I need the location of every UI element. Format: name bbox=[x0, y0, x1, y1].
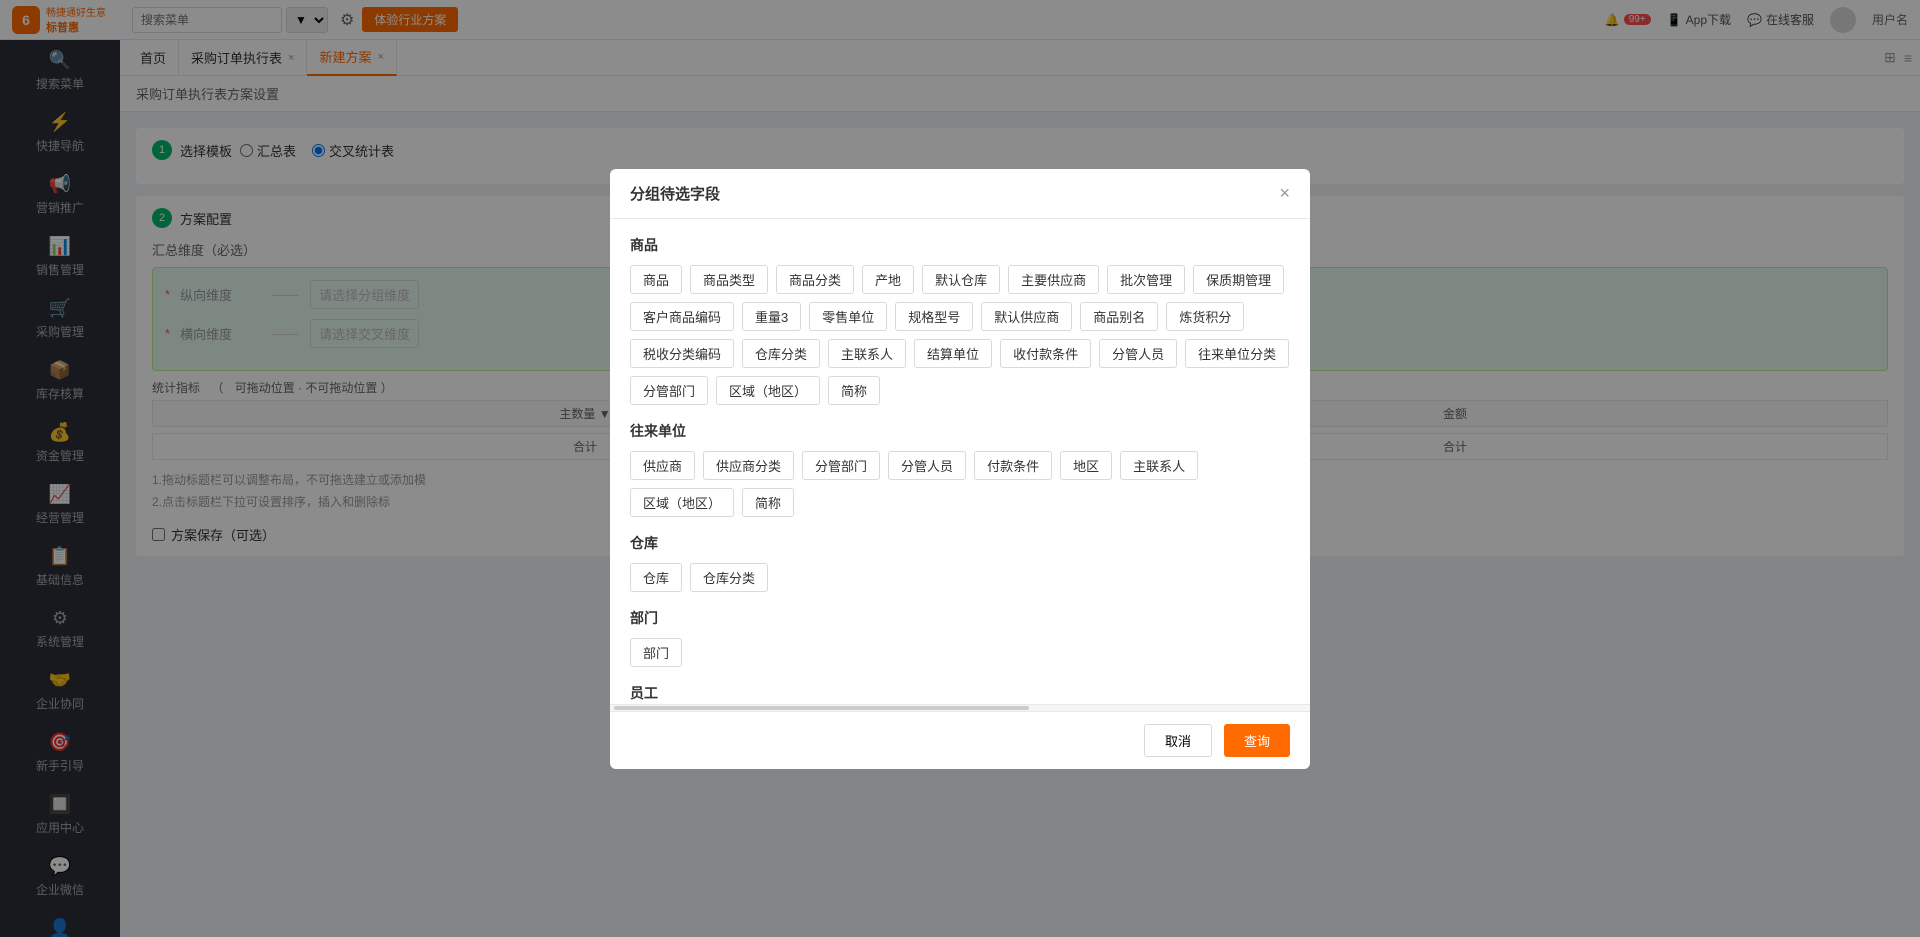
field-group-department-title: 部门 bbox=[630, 608, 1290, 628]
modal-header: 分组待选字段 × bbox=[610, 169, 1310, 219]
field-tag-batch-mgmt[interactable]: 批次管理 bbox=[1107, 265, 1185, 294]
modal-hscroll-thumb bbox=[614, 706, 1029, 710]
field-tag-supplier[interactable]: 供应商 bbox=[630, 451, 695, 480]
field-tag-spec-model[interactable]: 规格型号 bbox=[895, 302, 973, 331]
field-group-product-title: 商品 bbox=[630, 235, 1290, 255]
field-tag-area[interactable]: 地区 bbox=[1060, 451, 1112, 480]
field-tag-warehouse-cat[interactable]: 仓库分类 bbox=[690, 563, 768, 592]
field-group-employee-title: 员工 bbox=[630, 683, 1290, 703]
field-group-warehouse: 仓库 仓库 仓库分类 bbox=[630, 533, 1290, 592]
field-tag-partner-dept[interactable]: 分管部门 bbox=[802, 451, 880, 480]
field-tag-product[interactable]: 商品 bbox=[630, 265, 682, 294]
field-tag-abbr-product[interactable]: 简称 bbox=[828, 376, 880, 405]
modal-close-button[interactable]: × bbox=[1279, 183, 1290, 204]
field-tag-retail-unit[interactable]: 零售单位 bbox=[809, 302, 887, 331]
field-tag-department[interactable]: 部门 bbox=[630, 638, 682, 667]
warehouse-field-tags: 仓库 仓库分类 bbox=[630, 563, 1290, 592]
modal-title: 分组待选字段 bbox=[630, 183, 720, 204]
field-tag-partner-category[interactable]: 往来单位分类 bbox=[1185, 339, 1289, 368]
field-tag-default-warehouse[interactable]: 默认仓库 bbox=[922, 265, 1000, 294]
field-group-product: 商品 商品 商品类型 商品分类 产地 默认仓库 主要供应商 批次管理 保质期管理… bbox=[630, 235, 1290, 405]
cancel-button[interactable]: 取消 bbox=[1144, 724, 1212, 757]
field-tag-settlement-unit[interactable]: 结算单位 bbox=[914, 339, 992, 368]
field-tag-tax-code[interactable]: 税收分类编码 bbox=[630, 339, 734, 368]
field-tag-product-alias[interactable]: 商品别名 bbox=[1080, 302, 1158, 331]
modal-dialog: 分组待选字段 × 商品 商品 商品类型 商品分类 产地 默认仓库 主要供应商 批… bbox=[610, 169, 1310, 769]
field-tag-product-category[interactable]: 商品分类 bbox=[776, 265, 854, 294]
field-tag-product-type[interactable]: 商品类型 bbox=[690, 265, 768, 294]
field-tag-region-product[interactable]: 区域（地区） bbox=[716, 376, 820, 405]
field-tag-origin[interactable]: 产地 bbox=[862, 265, 914, 294]
field-group-employee: 员工 业务员 bbox=[630, 683, 1290, 705]
field-tag-default-supplier[interactable]: 默认供应商 bbox=[981, 302, 1072, 331]
field-tag-dept[interactable]: 分管部门 bbox=[630, 376, 708, 405]
field-tag-partner-contact[interactable]: 主联系人 bbox=[1120, 451, 1198, 480]
field-tag-partner-manager[interactable]: 分管人员 bbox=[888, 451, 966, 480]
field-tag-warehouse-category[interactable]: 仓库分类 bbox=[742, 339, 820, 368]
modal-body[interactable]: 商品 商品 商品类型 商品分类 产地 默认仓库 主要供应商 批次管理 保质期管理… bbox=[610, 219, 1310, 705]
product-field-tags: 商品 商品类型 商品分类 产地 默认仓库 主要供应商 批次管理 保质期管理 客户… bbox=[630, 265, 1290, 405]
department-field-tags: 部门 bbox=[630, 638, 1290, 667]
field-tag-expiry-mgmt[interactable]: 保质期管理 bbox=[1193, 265, 1284, 294]
field-group-partner: 往来单位 供应商 供应商分类 分管部门 分管人员 付款条件 地区 主联系人 区域… bbox=[630, 421, 1290, 517]
modal-overlay: 分组待选字段 × 商品 商品 商品类型 商品分类 产地 默认仓库 主要供应商 批… bbox=[0, 0, 1920, 937]
field-tag-warehouse[interactable]: 仓库 bbox=[630, 563, 682, 592]
field-group-partner-title: 往来单位 bbox=[630, 421, 1290, 441]
confirm-button[interactable]: 查询 bbox=[1224, 724, 1290, 757]
field-tag-payment-cond[interactable]: 付款条件 bbox=[974, 451, 1052, 480]
field-tag-main-supplier[interactable]: 主要供应商 bbox=[1008, 265, 1099, 294]
partner-field-tags: 供应商 供应商分类 分管部门 分管人员 付款条件 地区 主联系人 区域（地区） … bbox=[630, 451, 1290, 517]
modal-footer: 取消 查询 bbox=[610, 711, 1310, 769]
field-tag-weight[interactable]: 重量3 bbox=[742, 302, 801, 331]
field-tag-manager[interactable]: 分管人员 bbox=[1099, 339, 1177, 368]
field-group-department: 部门 部门 bbox=[630, 608, 1290, 667]
field-tag-refine-points[interactable]: 炼货积分 bbox=[1166, 302, 1244, 331]
field-group-warehouse-title: 仓库 bbox=[630, 533, 1290, 553]
field-tag-payment-terms[interactable]: 收付款条件 bbox=[1000, 339, 1091, 368]
field-tag-region-partner[interactable]: 区域（地区） bbox=[630, 488, 734, 517]
field-tag-main-contact[interactable]: 主联系人 bbox=[828, 339, 906, 368]
field-tag-abbr-partner[interactable]: 简称 bbox=[742, 488, 794, 517]
field-tag-supplier-category[interactable]: 供应商分类 bbox=[703, 451, 794, 480]
field-tag-customer-code[interactable]: 客户商品编码 bbox=[630, 302, 734, 331]
